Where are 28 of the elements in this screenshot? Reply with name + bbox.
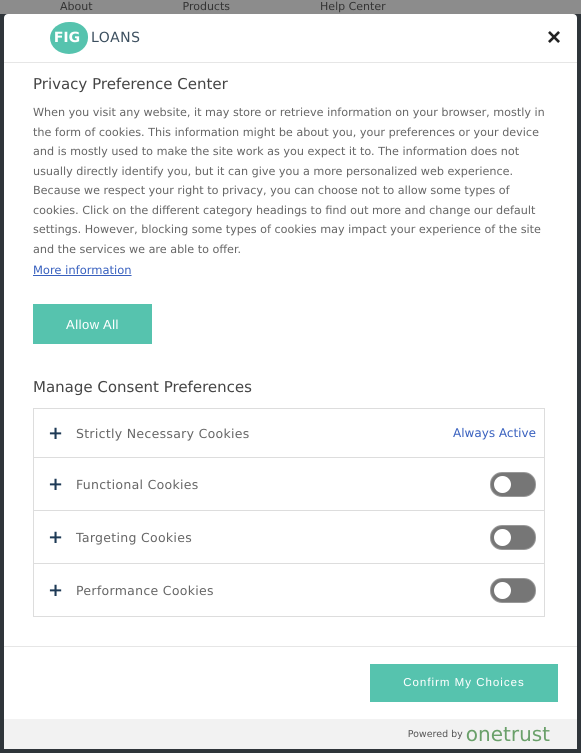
- dialog-title: Privacy Preference Center: [33, 75, 229, 93]
- category-row[interactable]: + Strictly Necessary Cookies Always Active: [34, 409, 544, 458]
- fig-logo-mark: FIG: [50, 22, 88, 54]
- toggle-switch[interactable]: [490, 524, 536, 550]
- nav-link[interactable]: Products: [182, 1, 230, 13]
- category-label: Performance Cookies: [76, 582, 215, 598]
- close-button[interactable]: ×: [546, 26, 561, 50]
- nav-link[interactable]: Help Center: [320, 1, 386, 13]
- expand-icon[interactable]: +: [48, 474, 76, 494]
- category-label: Functional Cookies: [76, 476, 200, 492]
- logo-text: LOANS: [91, 30, 141, 46]
- powered-by-text: Powered by: [408, 728, 463, 740]
- category-label: Targeting Cookies: [76, 530, 194, 544]
- expand-icon[interactable]: +: [48, 526, 76, 548]
- status-text: Always Active: [453, 426, 536, 440]
- toggle-switch[interactable]: [490, 472, 536, 496]
- expand-icon[interactable]: +: [48, 422, 76, 444]
- expand-icon[interactable]: +: [48, 580, 76, 600]
- category-row[interactable]: + Functional Cookies: [34, 458, 544, 511]
- description-text: When you visit any website, it may store or retrieve information on your browser, mostly in the form of cookies. This information might be about you, your preferences or your device and is mostly used to make the site work as you expect it to. The information does not usually directly identify you, but it can give you a more personalized web experience. Because we respect your right to privacy, you can choose not to allow some types of cookies. Click on the different category headings to find out more and change our default settings. However, blocking some types of cookies may impact your experience of the site and the services we are able to offer.: [33, 105, 545, 258]
- section-heading: Manage Consent Preferences: [33, 378, 253, 396]
- category-label: Strictly Necessary Cookies: [76, 426, 251, 440]
- brand-logo-text: onetrust: [466, 724, 550, 744]
- toggle-switch[interactable]: [490, 578, 536, 602]
- category-row[interactable]: + Performance Cookies: [34, 564, 544, 617]
- category-row[interactable]: + Targeting Cookies: [34, 511, 544, 564]
- nav-link[interactable]: About: [60, 1, 93, 13]
- more-information-link[interactable]: More information: [33, 263, 132, 277]
